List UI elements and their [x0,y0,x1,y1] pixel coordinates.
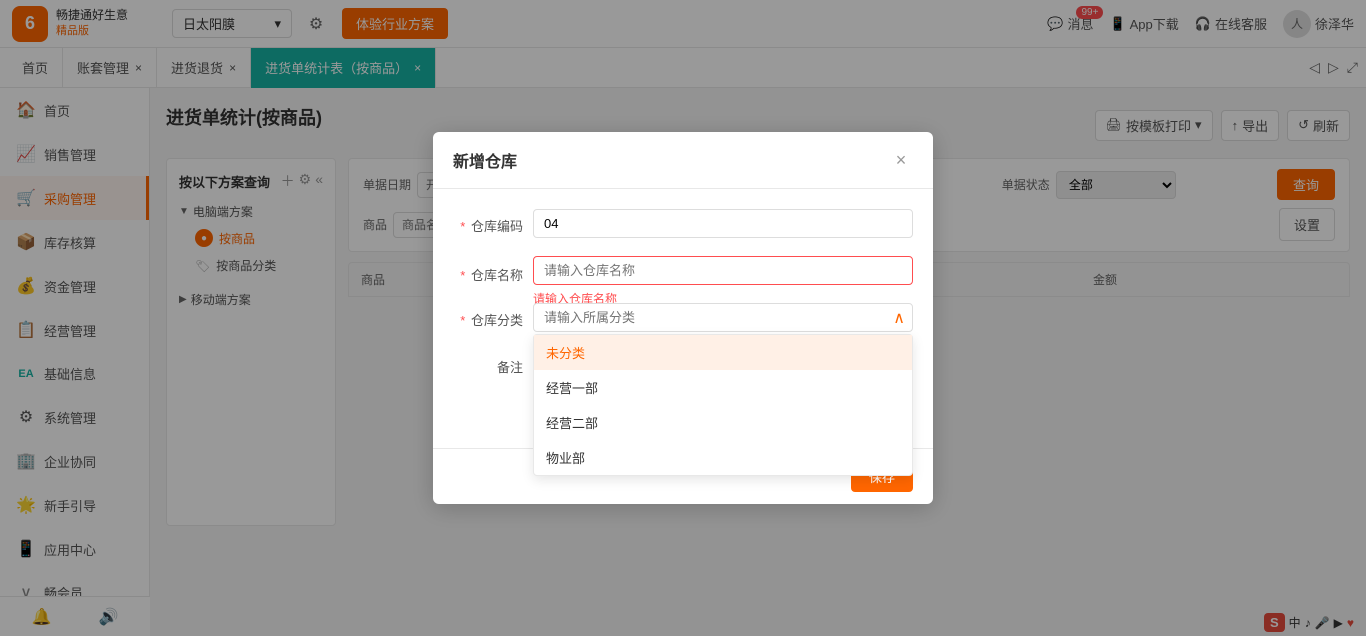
form-row-name: * 仓库名称 请输入仓库名称 [453,256,913,285]
name-input[interactable] [533,256,913,285]
form-row-category: * 仓库分类 ∧ 未分类 经营一部 经营二部 物业部 [453,303,913,332]
dropdown-item-unclassified[interactable]: 未分类 [534,335,912,370]
dropdown-item-dept3[interactable]: 物业部 [534,440,912,475]
category-label: * 仓库分类 [453,303,533,329]
name-label: * 仓库名称 [453,258,533,284]
category-dropdown-icon[interactable]: ∧ [893,308,905,328]
modal-body: * 仓库编码 * 仓库名称 请输入仓库名称 * [433,189,933,448]
category-dropdown: 未分类 经营一部 经营二部 物业部 [533,334,913,476]
category-input[interactable] [533,303,913,332]
category-select-wrapper: ∧ 未分类 经营一部 经营二部 物业部 [533,303,913,332]
code-input[interactable] [533,209,913,238]
modal-header: 新增仓库 × [433,132,933,189]
modal-overlay: 新增仓库 × * 仓库编码 * 仓库名称 [0,0,1366,636]
form-row-code: * 仓库编码 [453,209,913,238]
add-warehouse-modal: 新增仓库 × * 仓库编码 * 仓库名称 [433,132,933,504]
code-label: * 仓库编码 [453,209,533,235]
dropdown-item-dept2[interactable]: 经营二部 [534,405,912,440]
dropdown-item-dept1[interactable]: 经营一部 [534,370,912,405]
modal-title: 新增仓库 [453,148,517,172]
modal-close-button[interactable]: × [889,148,913,172]
notes-label: 备注 [453,350,533,376]
